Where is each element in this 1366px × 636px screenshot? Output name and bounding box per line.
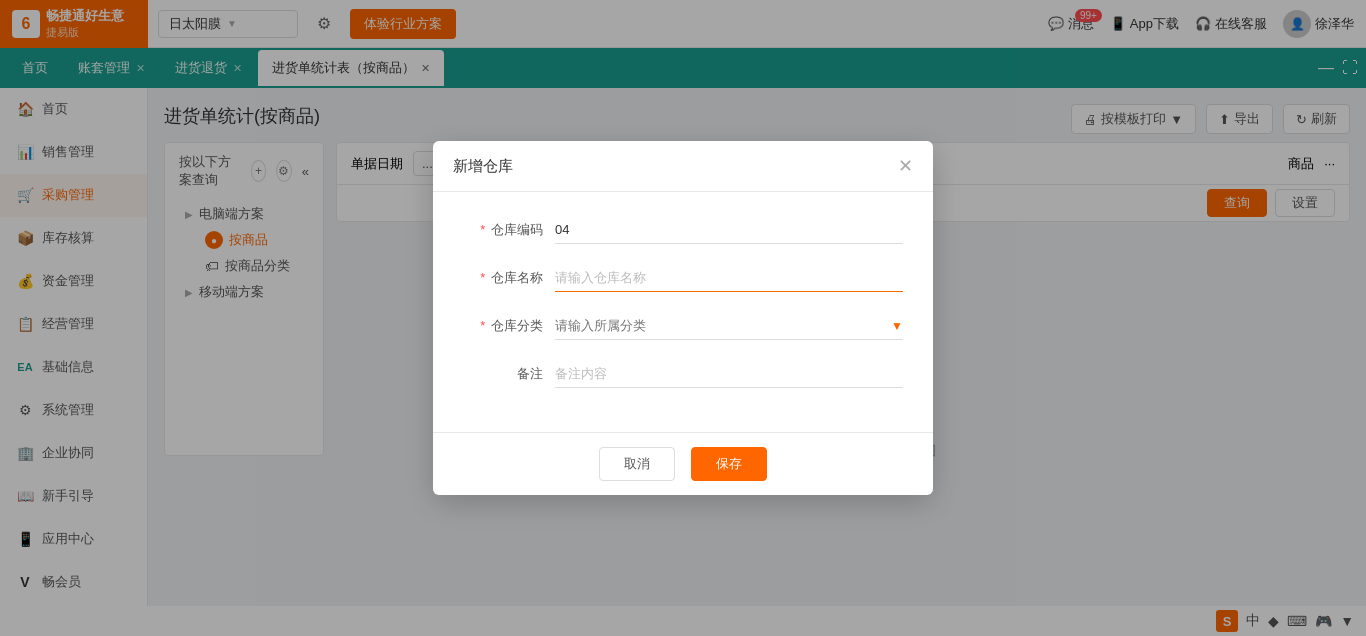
modal-close-icon[interactable]: ✕: [898, 155, 913, 177]
remark-label: 备注: [463, 365, 543, 383]
modal-body: * 仓库编码 * 仓库名称 * 仓库分类: [433, 192, 933, 432]
required-star-name: *: [480, 270, 485, 285]
save-button[interactable]: 保存: [691, 447, 767, 481]
code-input[interactable]: [555, 216, 903, 244]
category-arrow-icon: ▼: [891, 319, 903, 333]
modal-title: 新增仓库: [453, 157, 513, 176]
category-select[interactable]: ▼: [555, 312, 903, 340]
name-input[interactable]: [555, 264, 903, 292]
remark-input[interactable]: [555, 360, 903, 388]
category-label: * 仓库分类: [463, 317, 543, 335]
form-row-name: * 仓库名称: [463, 264, 903, 292]
modal-footer: 取消 保存: [433, 432, 933, 495]
name-label: * 仓库名称: [463, 269, 543, 287]
required-star-category: *: [480, 318, 485, 333]
code-label: * 仓库编码: [463, 221, 543, 239]
modal-overlay[interactable]: 新增仓库 ✕ * 仓库编码 * 仓库名称: [0, 0, 1366, 636]
form-row-remark: 备注: [463, 360, 903, 388]
cancel-button[interactable]: 取消: [599, 447, 675, 481]
modal-header: 新增仓库 ✕: [433, 141, 933, 192]
modal-new-warehouse: 新增仓库 ✕ * 仓库编码 * 仓库名称: [433, 141, 933, 495]
form-row-category: * 仓库分类 ▼: [463, 312, 903, 340]
category-input[interactable]: [555, 318, 891, 333]
form-row-code: * 仓库编码: [463, 216, 903, 244]
required-star: *: [480, 222, 485, 237]
